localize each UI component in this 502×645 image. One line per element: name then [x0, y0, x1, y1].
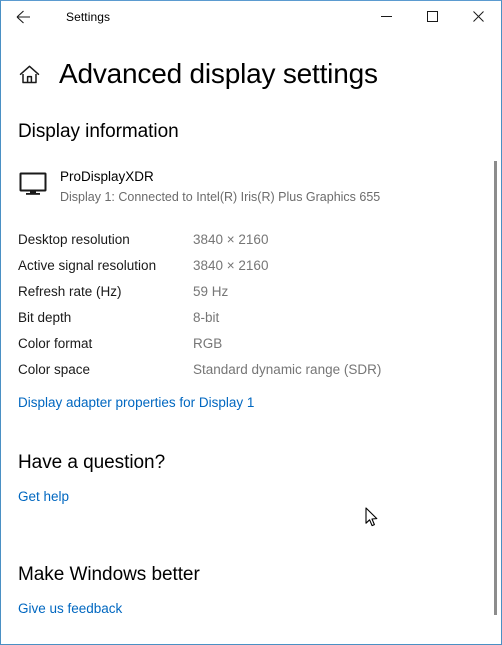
page-header: Advanced display settings — [18, 51, 501, 97]
minimize-button[interactable] — [363, 1, 409, 32]
spec-value: 59 Hz — [193, 283, 229, 299]
display-name: ProDisplayXDR — [60, 169, 154, 184]
feedback-heading: Make Windows better — [18, 564, 200, 585]
scrollbar-thumb[interactable] — [494, 161, 497, 615]
page-title: Advanced display settings — [59, 58, 378, 89]
spec-label: Bit depth — [18, 309, 72, 325]
settings-window: Settings Advanced display settings Displ… — [0, 0, 502, 645]
monitor-row: ProDisplayXDR Display 1: Connected to In… — [18, 168, 501, 205]
monitor-text: ProDisplayXDR Display 1: Connected to In… — [60, 168, 380, 205]
spec-value: 8-bit — [193, 309, 220, 325]
monitor-icon — [18, 171, 48, 197]
get-help-link[interactable]: Get help — [18, 489, 69, 504]
table-row: Refresh rate (Hz) 59 Hz — [18, 278, 381, 304]
app-title: Settings — [66, 9, 111, 24]
settings-content: Advanced display settings Display inform… — [1, 51, 501, 618]
table-row: Bit depth 8-bit — [18, 304, 381, 330]
table-row: Color format RGB — [18, 330, 381, 356]
spec-value: RGB — [193, 335, 223, 351]
display-information-heading: Display information — [18, 121, 179, 142]
give-us-feedback-link[interactable]: Give us feedback — [18, 601, 122, 616]
back-arrow-icon — [14, 8, 32, 26]
get-help-row: Get help — [18, 488, 501, 506]
maximize-icon — [426, 10, 439, 23]
spec-value: 3840 × 2160 — [193, 231, 269, 247]
question-heading: Have a question? — [18, 452, 166, 473]
table-row: Color space Standard dynamic range (SDR) — [18, 356, 381, 382]
spec-label: Refresh rate (Hz) — [18, 283, 122, 299]
table-row: Desktop resolution 3840 × 2160 — [18, 226, 381, 252]
display-spec-table: Desktop resolution 3840 × 2160 Active si… — [18, 226, 381, 382]
spec-value: Standard dynamic range (SDR) — [193, 361, 382, 377]
spec-value: 3840 × 2160 — [193, 257, 269, 273]
title-bar: Settings — [1, 1, 501, 32]
spec-label: Color space — [18, 361, 91, 377]
display-connection: Display 1: Connected to Intel(R) Iris(R)… — [60, 190, 381, 204]
caption-button-group — [363, 1, 501, 32]
close-button[interactable] — [455, 1, 501, 32]
home-icon[interactable] — [18, 63, 41, 86]
table-row: Active signal resolution 3840 × 2160 — [18, 252, 381, 278]
maximize-button[interactable] — [409, 1, 455, 32]
spec-label: Color format — [18, 335, 93, 351]
spec-label: Desktop resolution — [18, 231, 130, 247]
feedback-link-row: Give us feedback — [18, 600, 501, 618]
adapter-link-row: Display adapter properties for Display 1 — [18, 394, 501, 412]
close-icon — [472, 10, 485, 23]
back-button[interactable] — [1, 1, 45, 32]
display-adapter-properties-link[interactable]: Display adapter properties for Display 1 — [18, 395, 254, 410]
vertical-scrollbar[interactable] — [489, 32, 501, 644]
minimize-icon — [380, 10, 393, 23]
spec-label: Active signal resolution — [18, 257, 157, 273]
